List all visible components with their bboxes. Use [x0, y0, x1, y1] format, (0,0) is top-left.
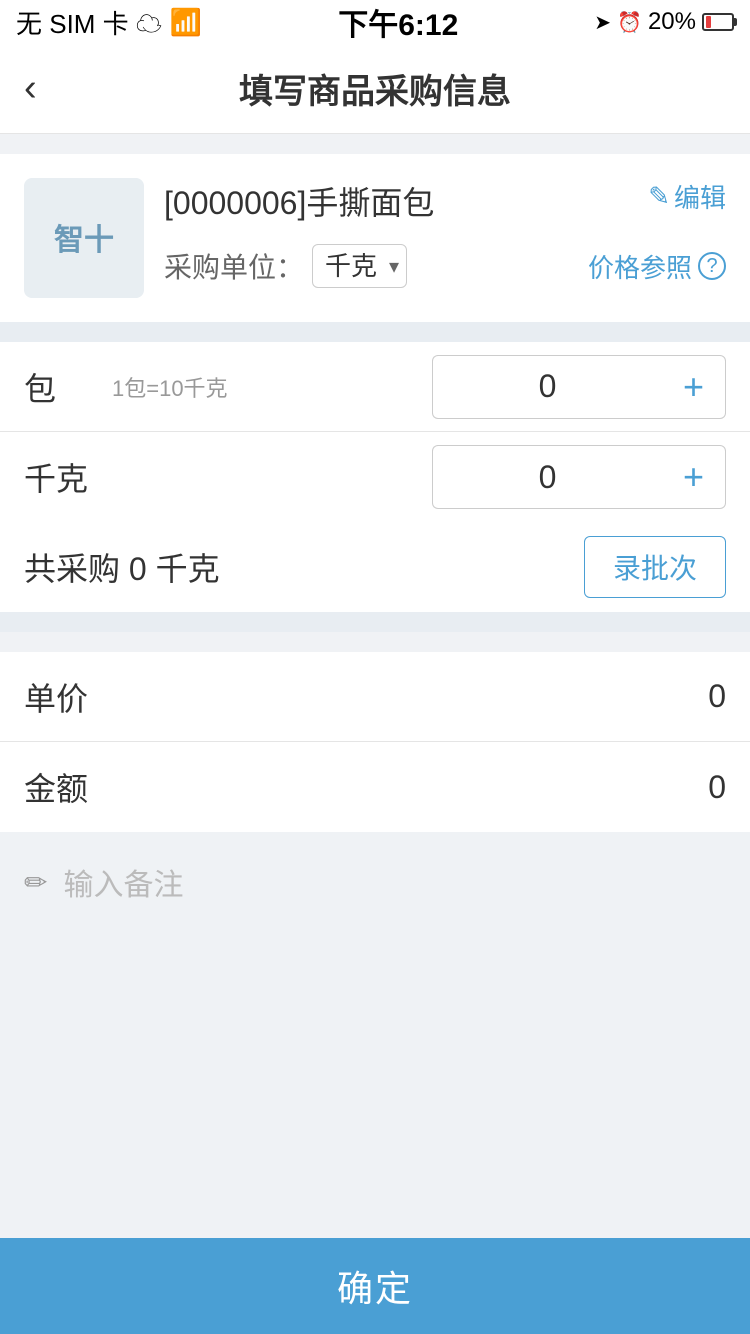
edit-label: 编辑: [674, 178, 726, 215]
price-ref-icon: ?: [698, 252, 726, 280]
divider-2: [0, 612, 750, 632]
unit-select-wrapper[interactable]: 千克 包 ▾: [312, 244, 407, 288]
status-right: ➤ ⏰ 20%: [594, 8, 734, 36]
confirm-btn-wrapper: 确定: [0, 1238, 750, 1334]
amount-label: 金额: [24, 764, 88, 810]
alarm-icon: ⏰: [617, 10, 642, 35]
sim-label: 无 SIM 卡 ☁: [16, 4, 162, 41]
confirm-button[interactable]: 确定: [0, 1238, 750, 1334]
location-icon: ➤: [594, 10, 611, 35]
wifi-icon: 📶: [170, 7, 202, 38]
product-header: [0000006]手撕面包 ✎ 编辑: [164, 178, 726, 224]
batch-button[interactable]: 录批次: [584, 536, 726, 598]
unit-price-row: 单价 0: [0, 652, 750, 742]
form-section: 包 1包=10千克 + 千克 +: [0, 342, 750, 522]
edit-button[interactable]: ✎ 编辑: [648, 178, 726, 215]
amount-value: 0: [708, 769, 726, 806]
unit-price-value: 0: [708, 678, 726, 715]
package-input[interactable]: [432, 355, 662, 419]
form-row-kg: 千克 +: [0, 432, 750, 522]
back-button[interactable]: ‹: [24, 67, 37, 110]
package-input-group: +: [432, 355, 726, 419]
kg-plus-button[interactable]: +: [662, 445, 726, 509]
info-section: 单价 0 金额 0: [0, 652, 750, 832]
nav-bar: ‹ 填写商品采购信息: [0, 44, 750, 134]
status-time: 下午6:12: [338, 0, 458, 44]
kg-input[interactable]: [432, 445, 662, 509]
product-info: [0000006]手撕面包 ✎ 编辑 采购单位： 千克 包 ▾ 价格参照 ?: [164, 178, 726, 288]
kg-input-group: +: [432, 445, 726, 509]
bottom-spacer: [0, 932, 750, 1232]
pencil-icon: ✏: [24, 866, 47, 899]
battery-percent: 20%: [648, 8, 696, 36]
product-image: 智十: [24, 178, 144, 298]
package-sublabel: 1包=10千克: [112, 371, 228, 403]
unit-select[interactable]: 千克 包: [312, 244, 407, 288]
remark-placeholder: 输入备注: [63, 860, 183, 904]
product-name: [0000006]手撕面包: [164, 178, 434, 224]
package-plus-button[interactable]: +: [662, 355, 726, 419]
page-title: 填写商品采购信息: [239, 64, 511, 113]
package-label: 包: [24, 364, 104, 410]
summary-row: 共采购 0 千克 录批次: [0, 522, 750, 612]
product-image-text: 智十: [54, 215, 114, 259]
price-ref-label: 价格参照: [588, 248, 692, 285]
remark-section[interactable]: ✏ 输入备注: [0, 832, 750, 932]
edit-icon: ✎: [648, 181, 670, 212]
purchase-unit-row: 采购单位： 千克 包 ▾ 价格参照 ?: [164, 244, 726, 288]
divider-1: [0, 322, 750, 342]
unit-label: 采购单位：: [164, 246, 304, 286]
status-left: 无 SIM 卡 ☁ 📶: [16, 4, 202, 41]
summary-text: 共采购 0 千克: [24, 544, 220, 590]
kg-label: 千克: [24, 454, 104, 500]
amount-row: 金额 0: [0, 742, 750, 832]
product-card: 智十 [0000006]手撕面包 ✎ 编辑 采购单位： 千克 包 ▾: [0, 154, 750, 322]
status-bar: 无 SIM 卡 ☁ 📶 下午6:12 ➤ ⏰ 20%: [0, 0, 750, 44]
price-ref-button[interactable]: 价格参照 ?: [588, 248, 726, 285]
unit-price-label: 单价: [24, 674, 88, 720]
form-row-package: 包 1包=10千克 +: [0, 342, 750, 432]
battery-icon: [702, 13, 734, 31]
